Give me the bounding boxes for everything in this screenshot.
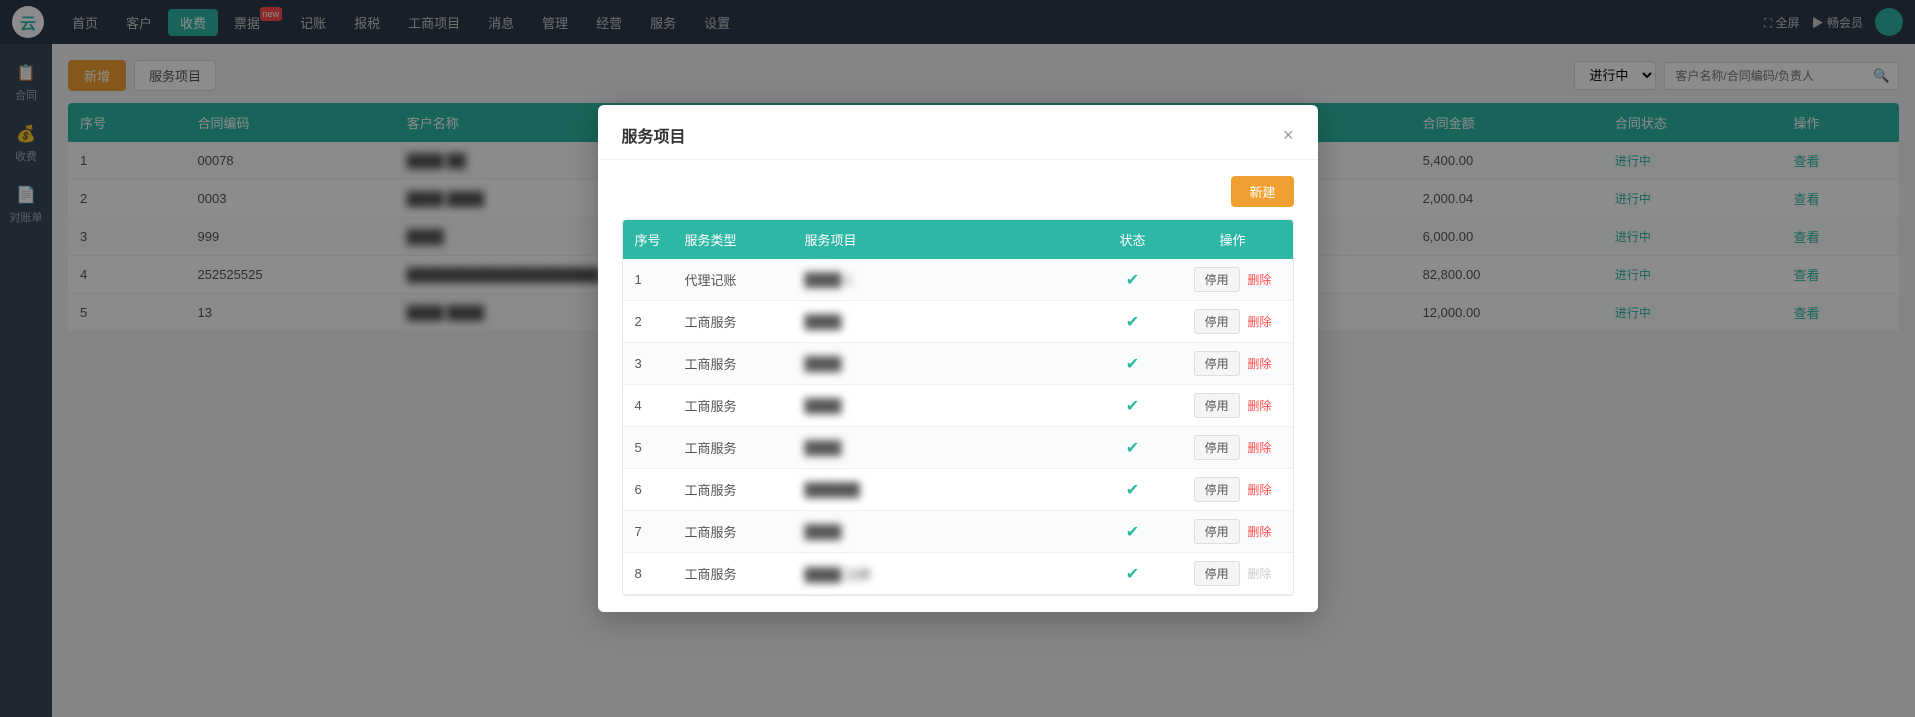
modal-cell-action[interactable]: 停用 删除 [1173,427,1293,469]
delete-button[interactable]: 删除 [1247,311,1271,332]
modal-cell-type: 工商服务 [673,511,793,553]
modal-close-button[interactable]: × [1283,126,1294,144]
status-check-icon: ✔ [1126,524,1139,541]
modal-cell-item: ██████ [793,469,1093,511]
modal-cell-item: ████ 注册 [793,553,1093,595]
modal-cell-no: 2 [623,301,673,343]
delete-button[interactable]: 删除 [1247,521,1271,542]
status-check-icon: ✔ [1126,272,1139,289]
status-check-icon: ✔ [1126,356,1139,373]
modal-cell-status: ✔ [1093,343,1173,385]
stop-button[interactable]: 停用 [1194,519,1240,544]
stop-button[interactable]: 停用 [1194,435,1240,460]
stop-button[interactable]: 停用 [1194,351,1240,376]
status-check-icon: ✔ [1126,482,1139,499]
modal-cell-status: ✔ [1093,469,1173,511]
modal-cell-type: 工商服务 [673,553,793,595]
list-item: 3 工商服务 ████ ✔ 停用 删除 [623,343,1293,385]
modal-header: 服务项目 × [598,105,1318,160]
modal-cell-item: ████ [793,511,1093,553]
modal-cell-type: 工商服务 [673,343,793,385]
modal-cell-no: 3 [623,343,673,385]
modal-cell-item: ████ [793,343,1093,385]
modal-cell-no: 4 [623,385,673,427]
modal-body: 新建 序号 服务类型 服务项目 状态 操作 1 代 [598,160,1318,612]
list-item: 6 工商服务 ██████ ✔ 停用 删除 [623,469,1293,511]
status-check-icon: ✔ [1126,398,1139,415]
modal-cell-status: ✔ [1093,301,1173,343]
modal-cell-action[interactable]: 停用 删除 [1173,511,1293,553]
modal-cell-item: ████ [793,301,1093,343]
modal-cell-type: 工商服务 [673,427,793,469]
delete-button[interactable]: 删除 [1247,353,1271,374]
modal-toolbar: 新建 [622,176,1294,207]
modal-new-button[interactable]: 新建 [1231,176,1293,207]
stop-button[interactable]: 停用 [1194,267,1240,292]
modal-col-no: 序号 [623,220,673,259]
delete-button[interactable]: 删除 [1247,437,1271,458]
modal-cell-no: 6 [623,469,673,511]
modal-cell-no: 5 [623,427,673,469]
modal-cell-status: ✔ [1093,385,1173,427]
delete-button[interactable]: 删除 [1247,563,1271,584]
list-item: 5 工商服务 ████ ✔ 停用 删除 [623,427,1293,469]
service-items-modal: 服务项目 × 新建 序号 服务类型 服务项目 状态 操作 [598,105,1318,612]
modal-overlay[interactable]: 服务项目 × 新建 序号 服务类型 服务项目 状态 操作 [0,0,1915,717]
status-check-icon: ✔ [1126,566,1139,583]
modal-cell-type: 代理记账 [673,259,793,301]
modal-cell-status: ✔ [1093,427,1173,469]
list-item: 8 工商服务 ████ 注册 ✔ 停用 删除 [623,553,1293,595]
modal-cell-no: 7 [623,511,673,553]
modal-cell-action[interactable]: 停用 删除 [1173,385,1293,427]
list-item: 1 代理记账 ████ 1 ✔ 停用 删除 [623,259,1293,301]
modal-cell-item: ████ 1 [793,259,1093,301]
delete-button[interactable]: 删除 [1247,395,1271,416]
modal-cell-item: ████ [793,427,1093,469]
stop-button[interactable]: 停用 [1194,309,1240,334]
stop-button[interactable]: 停用 [1194,393,1240,418]
list-item: 7 工商服务 ████ ✔ 停用 删除 [623,511,1293,553]
modal-cell-item: ████ [793,385,1093,427]
modal-cell-status: ✔ [1093,553,1173,595]
modal-cell-type: 工商服务 [673,469,793,511]
modal-col-status: 状态 [1093,220,1173,259]
modal-cell-no: 1 [623,259,673,301]
list-item: 4 工商服务 ████ ✔ 停用 删除 [623,385,1293,427]
modal-col-action: 操作 [1173,220,1293,259]
modal-col-item: 服务项目 [793,220,1093,259]
modal-title: 服务项目 [622,123,686,147]
modal-cell-action[interactable]: 停用 删除 [1173,259,1293,301]
list-item: 2 工商服务 ████ ✔ 停用 删除 [623,301,1293,343]
modal-cell-status: ✔ [1093,511,1173,553]
stop-button[interactable]: 停用 [1194,561,1240,586]
modal-cell-action[interactable]: 停用 删除 [1173,343,1293,385]
modal-cell-action[interactable]: 停用 删除 [1173,301,1293,343]
modal-cell-type: 工商服务 [673,301,793,343]
delete-button[interactable]: 删除 [1247,269,1271,290]
modal-table-wrap: 序号 服务类型 服务项目 状态 操作 1 代理记账 ████ 1 ✔ 停用 [622,219,1294,596]
modal-cell-action[interactable]: 停用 删除 [1173,469,1293,511]
modal-col-type: 服务类型 [673,220,793,259]
modal-cell-action[interactable]: 停用 删除 [1173,553,1293,595]
status-check-icon: ✔ [1126,440,1139,457]
modal-cell-no: 8 [623,553,673,595]
stop-button[interactable]: 停用 [1194,477,1240,502]
delete-button[interactable]: 删除 [1247,479,1271,500]
modal-cell-status: ✔ [1093,259,1173,301]
modal-cell-type: 工商服务 [673,385,793,427]
service-items-table: 序号 服务类型 服务项目 状态 操作 1 代理记账 ████ 1 ✔ 停用 [623,220,1293,595]
status-check-icon: ✔ [1126,314,1139,331]
